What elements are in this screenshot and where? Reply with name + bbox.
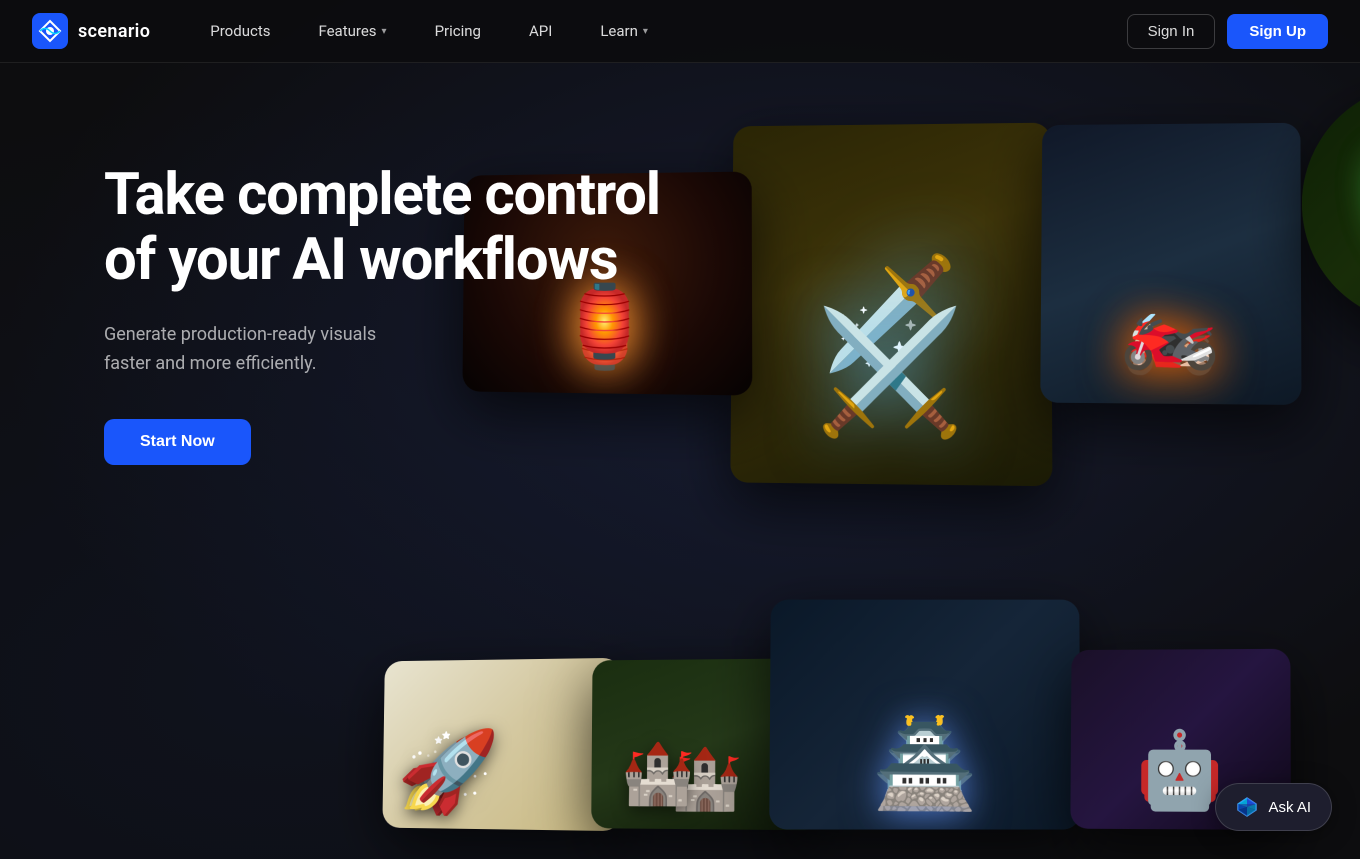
signup-button[interactable]: Sign Up xyxy=(1227,14,1328,49)
navbar: scenario Products Features ▾ Pricing API… xyxy=(0,0,1360,63)
nav-learn[interactable]: Learn ▾ xyxy=(580,14,668,48)
nav-links: Products Features ▾ Pricing API Learn ▾ xyxy=(190,14,1126,48)
ask-ai-button[interactable]: Ask AI xyxy=(1215,783,1332,831)
hero-section: Take complete control of your AI workflo… xyxy=(0,0,1360,859)
nav-api[interactable]: API xyxy=(509,14,572,48)
ask-ai-label: Ask AI xyxy=(1268,799,1311,816)
logo-icon xyxy=(32,13,68,49)
nav-products[interactable]: Products xyxy=(190,14,290,48)
hero-image-shield: 🛡️ xyxy=(1301,82,1360,325)
chevron-down-icon: ▾ xyxy=(643,26,648,37)
nav-pricing[interactable]: Pricing xyxy=(415,14,501,48)
chevron-down-icon: ▾ xyxy=(382,26,387,37)
hero-subtitle: Generate production-ready visuals faster… xyxy=(104,321,660,379)
hero-image-castle-small: 🏰 xyxy=(591,658,821,830)
nav-actions: Sign In Sign Up xyxy=(1127,14,1328,49)
hero-image-floating-castle: 🏯 xyxy=(769,600,1081,830)
hero-image-warrior: 🗡️ xyxy=(730,123,1052,487)
hero-title: Take complete control of your AI workflo… xyxy=(104,163,660,293)
logo-text: scenario xyxy=(78,21,150,42)
logo-link[interactable]: scenario xyxy=(32,13,150,49)
hero-image-motorbike: 🏍️ xyxy=(1040,123,1301,405)
hero-image-rocket: 🚀 xyxy=(382,658,621,831)
start-now-button[interactable]: Start Now xyxy=(104,419,251,465)
nav-features[interactable]: Features ▾ xyxy=(298,14,406,48)
signin-button[interactable]: Sign In xyxy=(1127,14,1216,49)
ai-gem-icon xyxy=(1236,796,1258,818)
hero-content: Take complete control of your AI workflo… xyxy=(0,63,660,465)
